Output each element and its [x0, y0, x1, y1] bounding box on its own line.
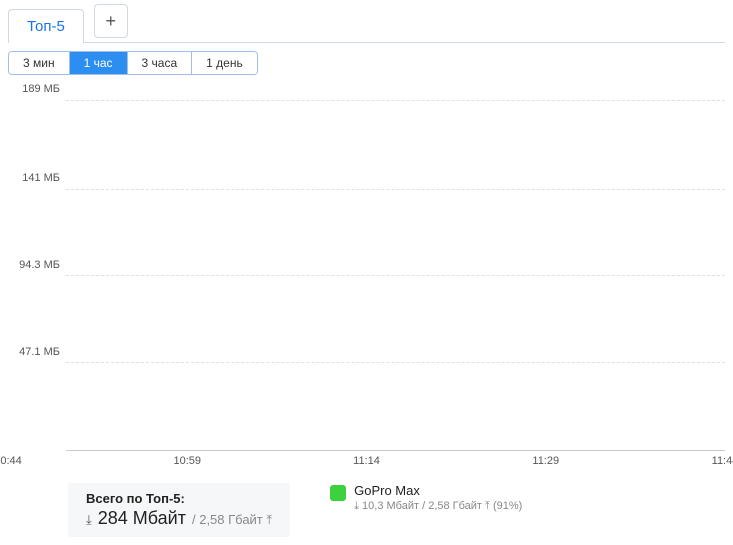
- x-tick-label: 10:59: [173, 455, 201, 467]
- chart-area: 47.1 МБ 94.3 МБ 141 МБ 189 МБ: [8, 81, 725, 451]
- x-tick-label: 11:44: [712, 455, 733, 467]
- range-button[interactable]: 1 день: [192, 52, 257, 74]
- legend-item[interactable]: GoPro Max ⤓ 10,3 Мбайт / 2,58 Гбайт ⤒ (9…: [330, 483, 522, 513]
- total-title: Всего по Топ-5:: [86, 491, 272, 506]
- total-summary: Всего по Топ-5: ⤓ 284 Мбайт / 2,58 Гбайт…: [68, 483, 290, 537]
- total-upload-value: / 2,58 Гбайт ⤒: [192, 512, 272, 528]
- x-tick-label: 11:14: [353, 455, 380, 467]
- total-download-value: 284 Мбайт: [98, 508, 186, 529]
- tab-top5[interactable]: Топ-5: [8, 9, 84, 43]
- tabs-bar: Топ-5 +: [8, 8, 725, 43]
- legend-name: GoPro Max: [354, 483, 522, 498]
- y-tick-label: 47.1 МБ: [19, 346, 60, 358]
- y-tick-label: 141 МБ: [22, 172, 60, 184]
- legend-stats: ⤓ 10,3 Мбайт / 2,58 Гбайт ⤒ (91%): [354, 500, 522, 513]
- x-axis: 10:4410:5911:1411:2911:44: [8, 451, 725, 475]
- time-range-group: 3 мин1 час3 часа1 день: [8, 51, 258, 75]
- y-axis: 47.1 МБ 94.3 МБ 141 МБ 189 МБ: [8, 81, 66, 451]
- range-button[interactable]: 3 мин: [9, 52, 70, 74]
- legend-swatch: [330, 485, 346, 501]
- x-tick-label: 10:44: [0, 455, 22, 467]
- add-tab-button[interactable]: +: [94, 4, 128, 38]
- chart-plot[interactable]: [66, 81, 725, 451]
- download-icon: ⤓: [86, 512, 92, 528]
- y-tick-label: 94.3 МБ: [19, 259, 60, 271]
- y-tick-label: 189 МБ: [22, 83, 60, 95]
- range-button[interactable]: 1 час: [70, 52, 128, 74]
- x-tick-label: 11:29: [532, 455, 559, 467]
- chart-footer: Всего по Топ-5: ⤓ 284 Мбайт / 2,58 Гбайт…: [8, 475, 725, 537]
- range-button[interactable]: 3 часа: [128, 52, 193, 74]
